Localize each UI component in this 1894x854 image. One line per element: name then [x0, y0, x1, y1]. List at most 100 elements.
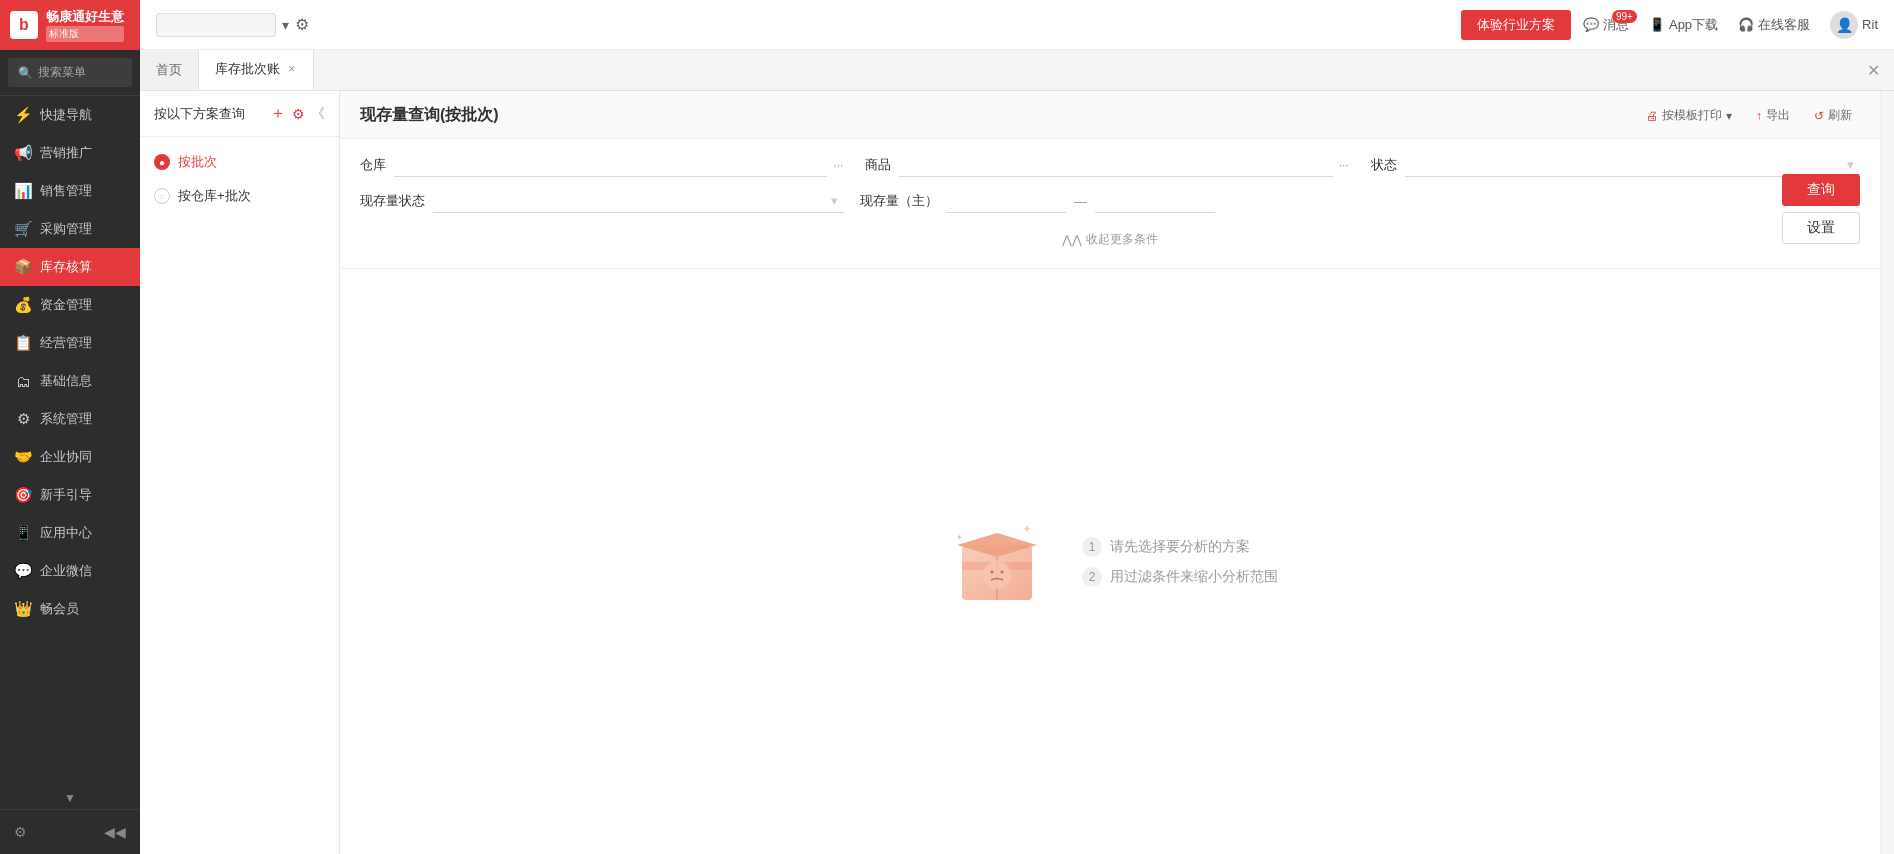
topbar-search-input[interactable]	[156, 13, 276, 37]
app-download-label: App下载	[1669, 16, 1718, 34]
main-area: ▾ ⚙ 体验行业方案 💬 消息 99+ 📱 App下载 🎧 在线客服 👤 Rit	[140, 0, 1894, 854]
online-service-item[interactable]: 🎧 在线客服	[1738, 16, 1810, 34]
nav-label: 企业微信	[40, 562, 92, 580]
svg-point-6	[991, 571, 994, 574]
sidebar-item-sales[interactable]: 📊 销售管理	[0, 172, 140, 210]
operations-icon: 📋	[14, 334, 32, 352]
tip-number-2: 2	[1082, 567, 1102, 587]
stock-amount-field: 现存量（主） —	[860, 189, 1360, 213]
warehouse-more-btn[interactable]: ···	[827, 156, 849, 174]
warehouse-field: 仓库 ···	[360, 153, 849, 177]
search-icon: 🔍	[18, 66, 33, 80]
tab-panel-close-btn[interactable]: ✕	[1853, 51, 1894, 90]
user-item[interactable]: 👤 Rit	[1830, 11, 1878, 39]
empty-tips: 1 请先选择要分析的方案 2 用过滤条件来缩小分析范围	[1082, 537, 1278, 587]
tab-inventory-batch[interactable]: 库存批次账 ×	[199, 50, 314, 90]
dash: —	[1074, 194, 1087, 209]
nav-label: 销售管理	[40, 182, 92, 200]
page-title: 现存量查询(按批次)	[360, 105, 499, 126]
status-label: 状态	[1371, 156, 1397, 174]
sidebar-item-wechat[interactable]: 💬 企业微信	[0, 552, 140, 590]
sidebar-item-basic[interactable]: 🗂 基础信息	[0, 362, 140, 400]
sidebar-item-guide[interactable]: 🎯 新手引导	[0, 476, 140, 514]
sidebar-settings-btn[interactable]: ⚙	[10, 820, 31, 844]
collapse-up-icon: ⋀⋀	[1062, 233, 1082, 247]
settings-button[interactable]: 设置	[1782, 212, 1860, 244]
sidebar-item-enterprise[interactable]: 🤝 企业协同	[0, 438, 140, 476]
left-panel: 按以下方案查询 ＋ ⚙ 《 ● 按批次 ○ 按仓库+批次	[140, 91, 340, 854]
app-brand: 畅康通好生意 标准版	[46, 8, 124, 42]
sidebar-collapse-btn[interactable]: ◀◀	[100, 820, 130, 844]
nav-label: 畅会员	[40, 600, 79, 618]
nav-label: 快捷导航	[40, 106, 92, 124]
headset-icon: 🎧	[1738, 17, 1754, 32]
guide-icon: 🎯	[14, 486, 32, 504]
collapse-row[interactable]: ⋀⋀ 收起更多条件	[360, 225, 1860, 254]
nav-label: 企业协同	[40, 448, 92, 466]
sidebar-item-apps[interactable]: 📱 应用中心	[0, 514, 140, 552]
stock-status-label: 现存量状态	[360, 192, 425, 210]
sidebar-item-system[interactable]: ⚙ 系统管理	[0, 400, 140, 438]
sidebar-item-member[interactable]: 👑 畅会员	[0, 590, 140, 628]
page-header-actions: 🖨 按模板打印 ▾ ↑ 导出 ↺ 刷新	[1638, 103, 1860, 128]
tab-close-btn[interactable]: ×	[286, 62, 297, 76]
stock-status-dropdown[interactable]: ▾	[433, 189, 844, 213]
topbar-gear-btn[interactable]: ⚙	[295, 15, 309, 34]
sidebar-item-inventory[interactable]: 📦 库存核算	[0, 248, 140, 286]
scheme-settings-btn[interactable]: ⚙	[292, 106, 305, 122]
tip-text-2: 用过滤条件来缩小分析范围	[1110, 568, 1278, 586]
left-panel-list: ● 按批次 ○ 按仓库+批次	[140, 137, 339, 221]
product-more-btn[interactable]: ···	[1333, 156, 1355, 174]
refresh-icon: ↺	[1814, 109, 1824, 123]
app-download-item[interactable]: 📱 App下载	[1649, 16, 1718, 34]
stock-amount-max-input[interactable]	[1095, 189, 1215, 213]
nav-label: 基础信息	[40, 372, 92, 390]
stock-amount-min-input[interactable]	[946, 189, 1066, 213]
filter-area: 仓库 ··· 商品 ··· 状态 ▾	[340, 139, 1880, 269]
member-icon: 👑	[14, 600, 32, 618]
collapse-label: 收起更多条件	[1086, 231, 1158, 248]
print-btn[interactable]: 🖨 按模板打印 ▾	[1638, 103, 1740, 128]
export-btn[interactable]: ↑ 导出	[1748, 103, 1798, 128]
nav-label: 资金管理	[40, 296, 92, 314]
sidebar-search-button[interactable]: 🔍 搜索菜单	[8, 58, 132, 87]
sidebar-item-marketing[interactable]: 📢 营销推广	[0, 134, 140, 172]
action-bar: 查询 设置	[1782, 174, 1860, 244]
tab-home[interactable]: 首页	[140, 51, 199, 89]
inventory-icon: 📦	[14, 258, 32, 276]
nav-label: 采购管理	[40, 220, 92, 238]
message-item[interactable]: 💬 消息 99+	[1583, 16, 1629, 34]
nav-label: 系统管理	[40, 410, 92, 428]
right-scrollbar	[1880, 91, 1894, 854]
scheme-item-by-batch[interactable]: ● 按批次	[140, 145, 339, 179]
enterprise-icon: 🤝	[14, 448, 32, 466]
app-logo: b	[10, 11, 38, 39]
topbar-dropdown-btn[interactable]: ▾	[282, 17, 289, 33]
scheme-item-by-warehouse-batch[interactable]: ○ 按仓库+批次	[140, 179, 339, 213]
tip-number-1: 1	[1082, 537, 1102, 557]
sidebar-item-purchase[interactable]: 🛒 采购管理	[0, 210, 140, 248]
sidebar-item-operations[interactable]: 📋 经营管理	[0, 324, 140, 362]
empty-illustration: ✦ ✦	[942, 505, 1052, 618]
sidebar-item-quick-nav[interactable]: ⚡ 快捷导航	[0, 96, 140, 134]
query-button[interactable]: 查询	[1782, 174, 1860, 206]
print-dropdown-icon: ▾	[1726, 109, 1732, 123]
topbar-right: 💬 消息 99+ 📱 App下载 🎧 在线客服 👤 Rit	[1583, 11, 1878, 39]
collapse-panel-btn[interactable]: 《	[311, 105, 325, 123]
settings-icon: ⚙	[14, 824, 27, 840]
purchase-icon: 🛒	[14, 220, 32, 238]
empty-tip-2: 2 用过滤条件来缩小分析范围	[1082, 567, 1278, 587]
page-header: 现存量查询(按批次) 🖨 按模板打印 ▾ ↑ 导出 ↺ 刷新	[340, 91, 1880, 139]
quick-nav-icon: ⚡	[14, 106, 32, 124]
refresh-btn[interactable]: ↺ 刷新	[1806, 103, 1860, 128]
warehouse-input[interactable]	[394, 153, 827, 177]
print-icon: 🖨	[1646, 109, 1658, 123]
trial-button[interactable]: 体验行业方案	[1461, 10, 1571, 40]
sidebar-scroll-down[interactable]: ▼	[0, 787, 140, 809]
sidebar-item-finance[interactable]: 💰 资金管理	[0, 286, 140, 324]
left-panel-header: 按以下方案查询 ＋ ⚙ 《	[140, 91, 339, 137]
tabs-bar: 首页 库存批次账 × ✕	[140, 50, 1894, 91]
empty-tip-1: 1 请先选择要分析的方案	[1082, 537, 1278, 557]
product-input[interactable]	[899, 153, 1332, 177]
add-scheme-btn[interactable]: ＋	[270, 103, 286, 124]
